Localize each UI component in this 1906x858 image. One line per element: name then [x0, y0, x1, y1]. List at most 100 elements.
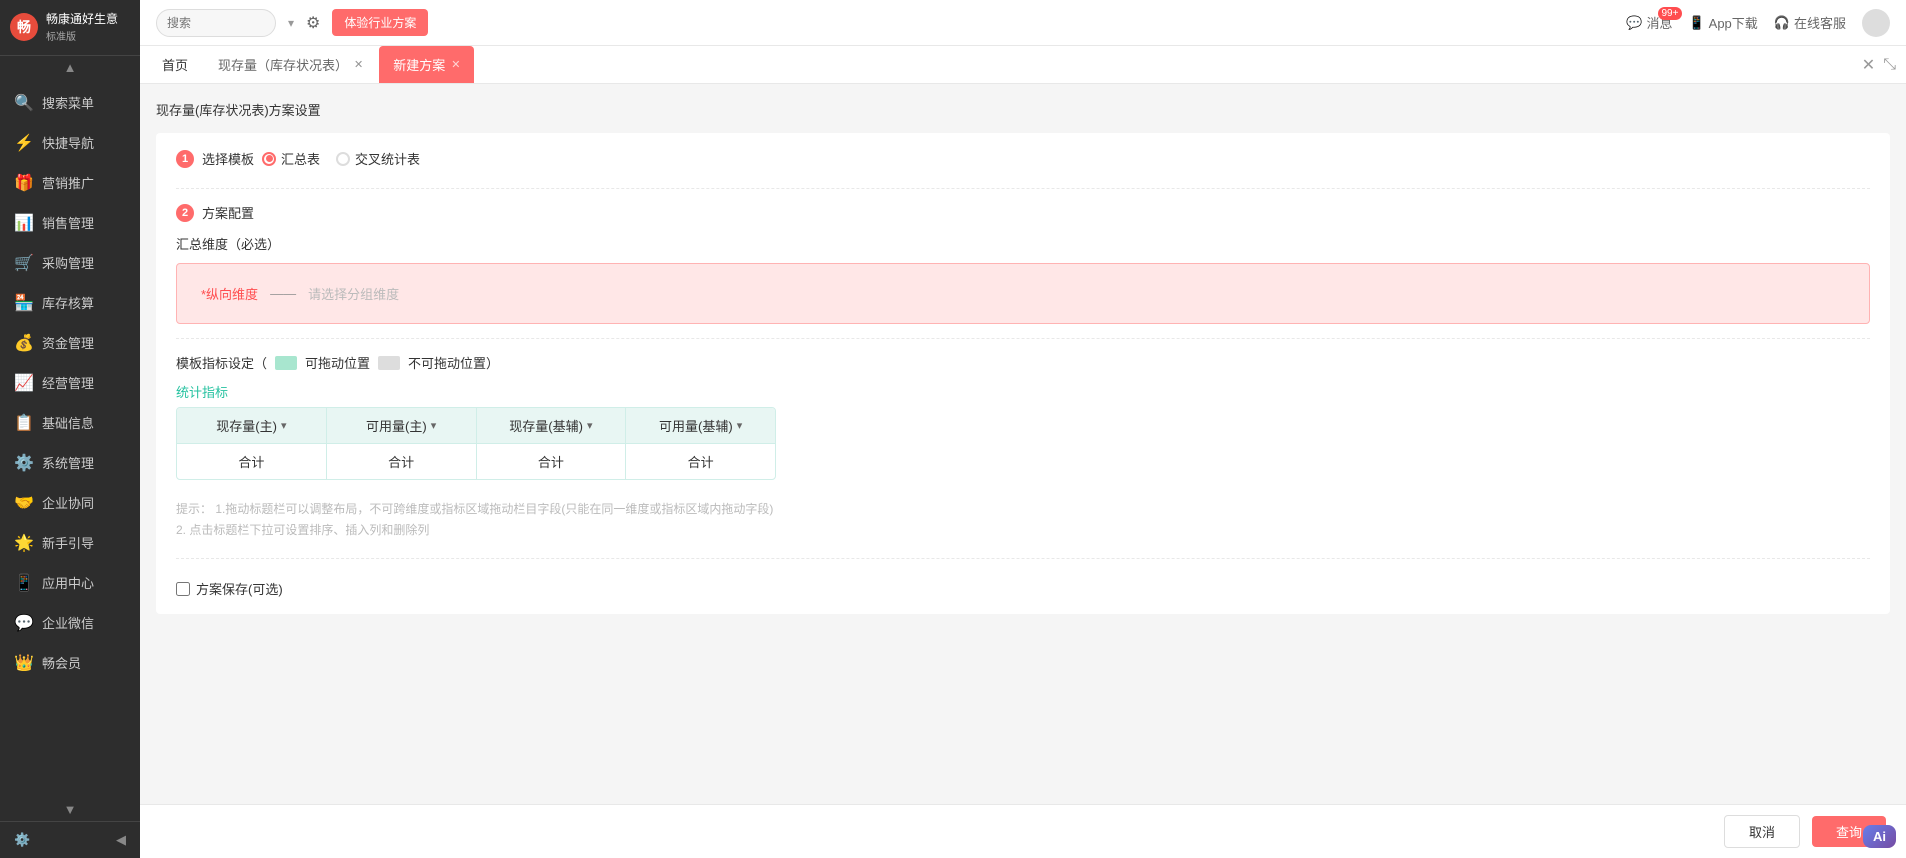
- dimension-box: *纵向维度 —— 请选择分组维度: [176, 263, 1870, 324]
- col-header-1: 可用量(主) ▾: [327, 408, 477, 443]
- base-info-icon: 📋: [14, 413, 34, 433]
- stats-table-header: 现存量(主) ▾ 可用量(主) ▾ 现存量(基辅) ▾ 可用量(基辅): [177, 408, 775, 443]
- col-body-1: 合计: [327, 443, 477, 479]
- section-divider-3: [176, 558, 1870, 559]
- sidebar-item-guide[interactable]: 🌟 新手引导: [0, 523, 140, 563]
- dimension-dash: ——: [270, 286, 296, 301]
- step2-badge: 2: [176, 204, 194, 222]
- col-chevron-3[interactable]: ▾: [737, 419, 743, 432]
- sidebar-settings-icon[interactable]: ⚙️: [14, 832, 30, 848]
- tab-inventory-close[interactable]: ✕: [354, 58, 363, 71]
- step2-header: 2 方案配置: [176, 203, 1870, 222]
- sidebar-item-wechat[interactable]: 💬 企业微信: [0, 603, 140, 643]
- sidebar: 畅 畅康通好生意 标准版 ▲ 🔍 搜索菜单 ⚡ 快捷导航 🎁 营销推广 📊 销售…: [0, 0, 140, 858]
- app-icon: 📱: [1688, 15, 1704, 31]
- col-chevron-1[interactable]: ▾: [431, 419, 437, 432]
- stats-table: 现存量(主) ▾ 可用量(主) ▾ 现存量(基辅) ▾ 可用量(基辅): [176, 407, 776, 480]
- cancel-button[interactable]: 取消: [1724, 815, 1800, 848]
- system-icon: ⚙️: [14, 453, 34, 473]
- online-service-button[interactable]: 🎧 在线客服: [1774, 13, 1846, 32]
- industry-solution-button[interactable]: 体验行业方案: [332, 9, 428, 36]
- sidebar-item-finance[interactable]: 💰 资金管理: [0, 323, 140, 363]
- movable-label: 可拖动位置: [305, 353, 370, 372]
- col-header-0: 现存量(主) ▾: [177, 408, 327, 443]
- operations-icon: 📈: [14, 373, 34, 393]
- col-chevron-2[interactable]: ▾: [587, 419, 593, 432]
- sidebar-item-operations[interactable]: 📈 经营管理: [0, 363, 140, 403]
- sidebar-item-sales[interactable]: 📊 销售管理: [0, 203, 140, 243]
- movable-indicator: [275, 356, 297, 370]
- tab-home[interactable]: 首页: [148, 46, 202, 83]
- message-button[interactable]: 💬 消息 99+: [1626, 13, 1672, 32]
- sidebar-scroll-down[interactable]: ▼: [0, 798, 140, 821]
- unmovable-label: 不可拖动位置）: [408, 353, 499, 372]
- step1-title: 选择模板: [202, 149, 254, 168]
- sidebar-item-member[interactable]: 👑 畅会员: [0, 643, 140, 683]
- col-body-0: 合计: [177, 443, 327, 479]
- tabs-right-actions: ✕ ⤡: [1862, 55, 1906, 75]
- tab-expand-icon[interactable]: ⤡: [1883, 56, 1896, 74]
- member-icon: 👑: [14, 653, 34, 673]
- section-divider-1: [176, 188, 1870, 189]
- dimension-placeholder[interactable]: 请选择分组维度: [308, 284, 399, 303]
- tab-new-plan-close[interactable]: ✕: [451, 58, 460, 71]
- radio-summary-table[interactable]: 汇总表: [262, 149, 320, 168]
- marketing-icon: 🎁: [14, 173, 34, 193]
- dimension-label: 汇总维度（必选）: [176, 234, 1870, 253]
- indicator-row: 模板指标设定（ 可拖动位置 不可拖动位置）: [176, 353, 1870, 372]
- stats-table-body: 合计 合计 合计 合计: [177, 443, 775, 479]
- page-title: 现存量(库存状况表)方案设置: [156, 100, 1890, 119]
- step2-section: 2 方案配置 汇总维度（必选） *纵向维度 —— 请选择分组维度 模板指标设定（…: [176, 203, 1870, 538]
- col-body-2: 合计: [477, 443, 627, 479]
- quicknav-icon: ⚡: [14, 133, 34, 153]
- sidebar-logo: 畅 畅康通好生意 标准版: [0, 0, 140, 56]
- collab-icon: 🤝: [14, 493, 34, 513]
- col-chevron-0[interactable]: ▾: [281, 419, 287, 432]
- topbar: ▾ ⚙ 体验行业方案 💬 消息 99+ 📱 App下载 🎧 在线客服: [140, 0, 1906, 46]
- sidebar-item-system[interactable]: ⚙️ 系统管理: [0, 443, 140, 483]
- app-download-button[interactable]: 📱 App下载: [1688, 13, 1757, 32]
- sidebar-item-quicknav[interactable]: ⚡ 快捷导航: [0, 123, 140, 163]
- ai-badge[interactable]: Ai: [1863, 825, 1896, 848]
- unmovable-indicator: [378, 356, 400, 370]
- settings-card: 1 选择模板 汇总表 交叉统计表: [156, 133, 1890, 614]
- content-area: 现存量(库存状况表)方案设置 1 选择模板 汇总表 交叉统计表: [140, 84, 1906, 804]
- sidebar-item-base-info[interactable]: 📋 基础信息: [0, 403, 140, 443]
- sidebar-item-app-center[interactable]: 📱 应用中心: [0, 563, 140, 603]
- tab-inventory[interactable]: 现存量（库存状况表） ✕: [204, 46, 377, 83]
- sales-icon: 📊: [14, 213, 34, 233]
- stats-label: 统计指标: [176, 382, 1870, 401]
- topbar-search-input[interactable]: [156, 9, 276, 37]
- radio-summary-indicator: [262, 152, 276, 166]
- sidebar-nav: 🔍 搜索菜单 ⚡ 快捷导航 🎁 营销推广 📊 销售管理 🛒 采购管理 🏪 库存核…: [0, 79, 140, 798]
- guide-icon: 🌟: [14, 533, 34, 553]
- sidebar-scroll-up[interactable]: ▲: [0, 56, 140, 79]
- sidebar-item-collab[interactable]: 🤝 企业协同: [0, 483, 140, 523]
- step1-badge: 1: [176, 150, 194, 168]
- inventory-icon: 🏪: [14, 293, 34, 313]
- action-bar: 取消 查询: [140, 804, 1906, 858]
- tab-close-window-icon[interactable]: ✕: [1862, 55, 1875, 75]
- save-row: 方案保存(可选): [176, 579, 1870, 598]
- wechat-icon: 💬: [14, 613, 34, 633]
- purchase-icon: 🛒: [14, 253, 34, 273]
- sidebar-item-inventory[interactable]: 🏪 库存核算: [0, 283, 140, 323]
- message-icon: 💬: [1626, 15, 1642, 31]
- sidebar-item-search[interactable]: 🔍 搜索菜单: [0, 83, 140, 123]
- topbar-chevron-icon[interactable]: ▾: [288, 16, 294, 30]
- col-body-3: 合计: [626, 443, 775, 479]
- sidebar-collapse-icon[interactable]: ◀: [116, 832, 126, 848]
- user-avatar[interactable]: [1862, 9, 1890, 37]
- tips-section: 提示： 1.拖动标题栏可以调整布局，不可跨维度或指标区域拖动栏目字段(只能在同一…: [176, 500, 1870, 538]
- sidebar-item-purchase[interactable]: 🛒 采购管理: [0, 243, 140, 283]
- app-center-icon: 📱: [14, 573, 34, 593]
- step1-section: 1 选择模板 汇总表 交叉统计表: [176, 149, 1870, 168]
- tab-new-plan[interactable]: 新建方案 ✕: [379, 46, 474, 83]
- sidebar-footer: ⚙️ ◀: [0, 821, 140, 858]
- radio-cross-table[interactable]: 交叉统计表: [336, 149, 420, 168]
- save-checkbox[interactable]: [176, 582, 190, 596]
- topbar-gear-icon[interactable]: ⚙: [306, 13, 320, 33]
- sidebar-item-marketing[interactable]: 🎁 营销推广: [0, 163, 140, 203]
- dimension-required: *纵向维度: [201, 284, 258, 303]
- col-header-3: 可用量(基辅) ▾: [626, 408, 775, 443]
